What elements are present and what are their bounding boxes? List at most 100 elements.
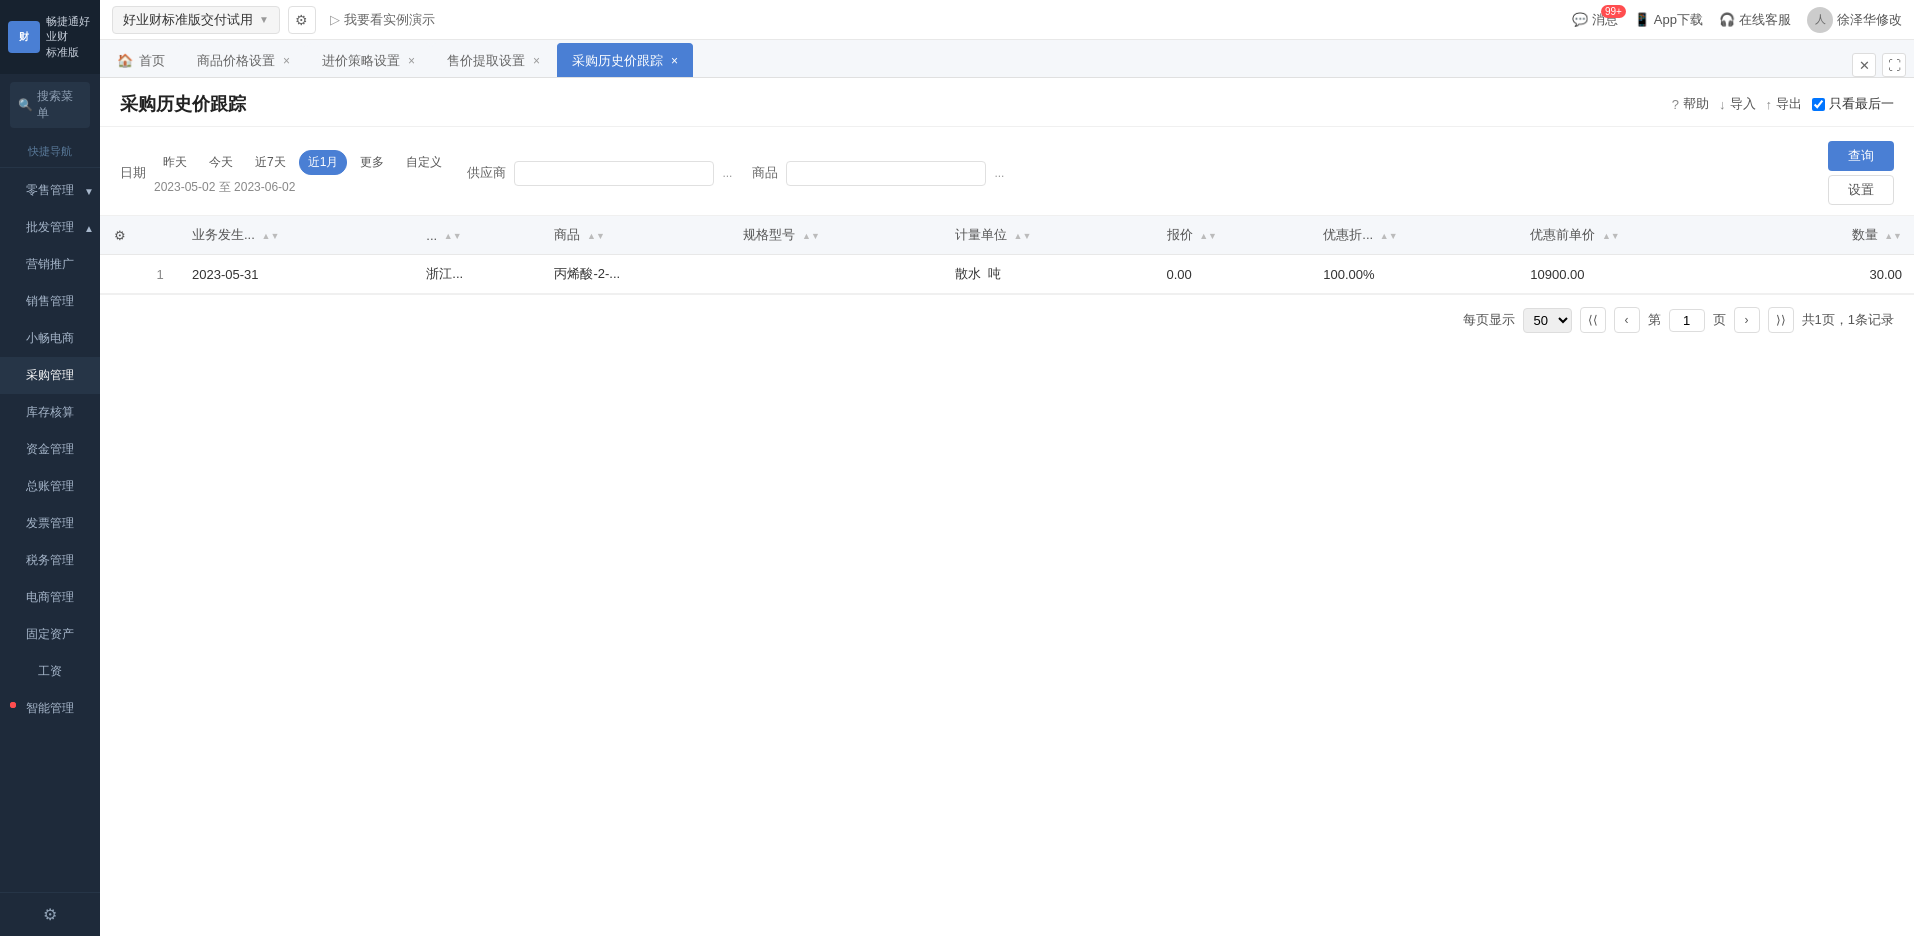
tab-price[interactable]: 商品价格设置 × xyxy=(182,43,305,77)
chevron-icon: ▼ xyxy=(84,185,94,196)
tab-close-strategy[interactable]: × xyxy=(408,54,415,68)
gear-col-icon[interactable]: ⚙ xyxy=(114,228,126,243)
col-header-gear: ⚙ xyxy=(100,216,140,255)
quick-nav-label[interactable]: 快捷导航 xyxy=(0,136,100,163)
sort-icon-product[interactable]: ▲▼ xyxy=(587,231,605,241)
sidebar-item-fixed-assets[interactable]: 固定资产 xyxy=(0,616,100,653)
query-button[interactable]: 查询 xyxy=(1828,141,1894,171)
sidebar-item-finance[interactable]: 资金管理 xyxy=(0,431,100,468)
sidebar-item-inventory[interactable]: 库存核算 xyxy=(0,394,100,431)
row-unit-cell: 散水 吨 xyxy=(943,255,1155,294)
product-filter-label: 商品 xyxy=(752,164,778,182)
sidebar-item-marketing[interactable]: 营销推广 xyxy=(0,246,100,283)
per-page-select[interactable]: 50 xyxy=(1523,308,1572,333)
tab-home[interactable]: 🏠 首页 xyxy=(102,43,180,77)
page-input[interactable]: 1 xyxy=(1669,309,1705,332)
pagination-first-button[interactable]: ⟨⟨ xyxy=(1580,307,1606,333)
page-suffix: 页 xyxy=(1713,311,1726,329)
sort-icon-quantity[interactable]: ▲▼ xyxy=(1884,231,1902,241)
date-btn-custom[interactable]: 自定义 xyxy=(397,150,451,175)
filter-settings-button[interactable]: 设置 xyxy=(1828,175,1894,205)
table-row: 1 2023-05-31 浙江... 丙烯酸-2-... 散水 吨 0.00 1… xyxy=(100,255,1914,294)
supplier-input-wrap: ... xyxy=(514,161,736,186)
per-page-label: 每页显示 xyxy=(1463,311,1515,329)
page-content: 采购历史价跟踪 ? 帮助 ↓ 导入 ↑ 导出 只看最后一 xyxy=(100,78,1914,936)
row-date-cell: 2023-05-31 xyxy=(180,255,414,294)
date-btn-7days[interactable]: 近7天 xyxy=(246,150,295,175)
col-header-spec: 规格型号 ▲▼ xyxy=(731,216,943,255)
date-filter-label: 日期 xyxy=(120,164,146,182)
sidebar-item-invoice[interactable]: 发票管理 xyxy=(0,505,100,542)
pagination-last-button[interactable]: ⟩⟩ xyxy=(1768,307,1794,333)
sort-icon-spec[interactable]: ▲▼ xyxy=(802,231,820,241)
date-btn-1month[interactable]: 近1月 xyxy=(299,150,348,175)
chevron-up-icon: ▲ xyxy=(84,222,94,233)
sort-icon-discount[interactable]: ▲▼ xyxy=(1380,231,1398,241)
sort-icon-date[interactable]: ▲▼ xyxy=(261,231,279,241)
tabbar-fullscreen-button[interactable]: ⛶ xyxy=(1882,53,1906,77)
user-menu-button[interactable]: 人 徐泽华修改 xyxy=(1807,7,1902,33)
tab-purchase-history[interactable]: 采购历史价跟踪 × xyxy=(557,43,693,77)
page-header: 采购历史价跟踪 ? 帮助 ↓ 导入 ↑ 导出 只看最后一 xyxy=(100,78,1914,127)
row-quote-cell: 0.00 xyxy=(1155,255,1312,294)
sidebar-item-purchase[interactable]: 采购管理 xyxy=(0,357,100,394)
row-pre-discount-cell: 10900.00 xyxy=(1518,255,1757,294)
pagination-total-info: 共1页，1条记录 xyxy=(1802,311,1894,329)
product-input[interactable] xyxy=(786,161,986,186)
sort-icon-more[interactable]: ▲▼ xyxy=(444,231,462,241)
supplier-more-button[interactable]: ... xyxy=(718,163,736,183)
demo-button[interactable]: ▷ 我要看实例演示 xyxy=(330,11,435,29)
supplier-input[interactable] xyxy=(514,161,714,186)
row-gear-cell xyxy=(100,255,140,294)
home-icon: 🏠 xyxy=(117,53,133,68)
sort-icon-unit[interactable]: ▲▼ xyxy=(1014,231,1032,241)
only-last-input[interactable] xyxy=(1812,98,1825,111)
supplier-filter-group: 供应商 ... xyxy=(467,161,736,186)
export-button[interactable]: ↑ 导出 xyxy=(1766,95,1803,113)
online-service-button[interactable]: 🎧 在线客服 xyxy=(1719,11,1791,29)
export-icon: ↑ xyxy=(1766,97,1773,112)
sidebar-item-ecommerce-small[interactable]: 小畅电商 xyxy=(0,320,100,357)
sidebar-item-ecommerce[interactable]: 电商管理 xyxy=(0,579,100,616)
sidebar-item-smart-mgmt[interactable]: 智能管理 xyxy=(0,690,100,727)
help-icon: ? xyxy=(1672,97,1679,112)
sidebar-bottom: ⚙ xyxy=(0,892,100,936)
sidebar: 财 畅捷通好业财 标准版 🔍 搜索菜单 快捷导航 零售管理 ▼ 批发管理 ▲ 营… xyxy=(0,0,100,936)
app-logo-icon: 财 xyxy=(8,21,40,53)
only-last-checkbox[interactable]: 只看最后一 xyxy=(1812,95,1894,113)
sidebar-item-retail[interactable]: 零售管理 ▼ xyxy=(0,172,100,209)
sidebar-item-tax[interactable]: 税务管理 xyxy=(0,542,100,579)
edition-selector[interactable]: 好业财标准版交付试用 ▼ xyxy=(112,6,280,34)
app-download-button[interactable]: 📱 App下载 xyxy=(1634,11,1703,29)
col-header-quantity: 数量 ▲▼ xyxy=(1757,216,1914,255)
tab-close-price[interactable]: × xyxy=(283,54,290,68)
date-btn-yesterday[interactable]: 昨天 xyxy=(154,150,196,175)
tabbar-close-button[interactable]: ✕ xyxy=(1852,53,1876,77)
sidebar-search-area: 🔍 搜索菜单 xyxy=(0,74,100,136)
sidebar-item-payroll[interactable]: 工资 xyxy=(0,653,100,690)
product-more-button[interactable]: ... xyxy=(990,163,1008,183)
pagination-prev-button[interactable]: ‹ xyxy=(1614,307,1640,333)
col-header-num xyxy=(140,216,180,255)
tab-close-sale-price[interactable]: × xyxy=(533,54,540,68)
tab-sale-price[interactable]: 售价提取设置 × xyxy=(432,43,555,77)
sort-icon-quote[interactable]: ▲▼ xyxy=(1199,231,1217,241)
page-label: 第 xyxy=(1648,311,1661,329)
import-button[interactable]: ↓ 导入 xyxy=(1719,95,1756,113)
play-icon: ▷ xyxy=(330,12,340,27)
messages-button[interactable]: 💬 消息 99+ xyxy=(1572,11,1618,29)
date-btn-today[interactable]: 今天 xyxy=(200,150,242,175)
sort-icon-pre-discount[interactable]: ▲▼ xyxy=(1602,231,1620,241)
sidebar-item-wholesale[interactable]: 批发管理 ▲ xyxy=(0,209,100,246)
col-header-more: ... ▲▼ xyxy=(414,216,542,255)
sidebar-item-sales[interactable]: 销售管理 xyxy=(0,283,100,320)
tab-strategy[interactable]: 进价策略设置 × xyxy=(307,43,430,77)
sidebar-item-general-ledger[interactable]: 总账管理 xyxy=(0,468,100,505)
sidebar-settings-button[interactable]: ⚙ xyxy=(35,901,65,928)
search-menu-button[interactable]: 🔍 搜索菜单 xyxy=(10,82,90,128)
pagination-next-button[interactable]: › xyxy=(1734,307,1760,333)
tab-close-purchase-history[interactable]: × xyxy=(671,54,678,68)
date-btn-more[interactable]: 更多 xyxy=(351,150,393,175)
topbar-settings-button[interactable]: ⚙ xyxy=(288,6,316,34)
help-button[interactable]: ? 帮助 xyxy=(1672,95,1709,113)
